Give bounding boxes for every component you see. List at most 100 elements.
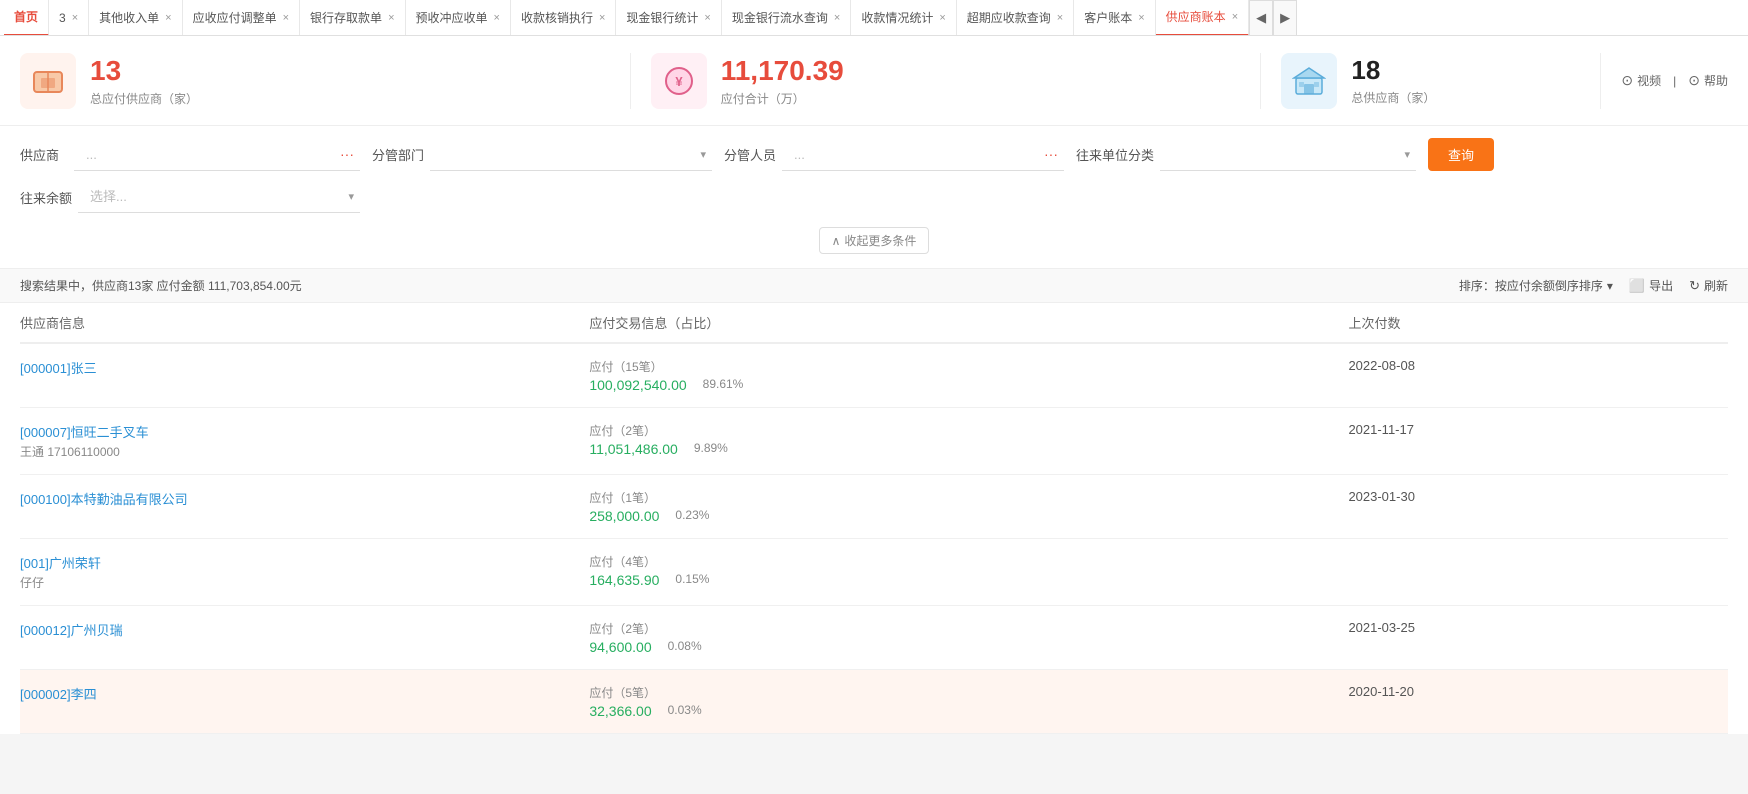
- help-link[interactable]: ⊙ 帮助: [1688, 72, 1728, 89]
- dept-filter-wrapper[interactable]: ▾: [430, 139, 712, 171]
- nav-tab-other-income[interactable]: 其他收入单 ×: [89, 0, 182, 36]
- supplier-link[interactable]: [000007]恒旺二手叉车: [20, 425, 149, 440]
- nav-tab-prepay-collect[interactable]: 预收冲应收单 ×: [406, 0, 511, 36]
- supplier-link[interactable]: [000100]本特勤油品有限公司: [20, 492, 188, 507]
- collapse-more-button[interactable]: ∧ 收起更多条件: [819, 227, 930, 254]
- supplier-info-col: [000001]张三: [20, 358, 589, 377]
- nav-tab-supplier-account[interactable]: 供应商账本 ×: [1156, 0, 1249, 36]
- trans-row: 32,366.00 0.03%: [589, 701, 1348, 719]
- close-icon[interactable]: ×: [1057, 12, 1063, 24]
- trans-pct: 0.03%: [668, 703, 702, 717]
- close-icon[interactable]: ×: [494, 12, 500, 24]
- close-icon[interactable]: ×: [939, 12, 945, 24]
- close-icon[interactable]: ×: [283, 12, 289, 24]
- trans-amount[interactable]: 258,000.00: [589, 508, 659, 524]
- trans-label: 应付（4笔）: [589, 553, 1348, 570]
- balance-filter-input[interactable]: [84, 185, 348, 208]
- supplier-filter-input[interactable]: [80, 143, 340, 166]
- chevron-down-icon[interactable]: ▾: [1404, 148, 1410, 161]
- person-filter-wrapper[interactable]: ···: [782, 139, 1064, 171]
- lastpay-col: 2021-11-17: [1348, 422, 1728, 437]
- supplier-link[interactable]: [000012]广州贝瑞: [20, 623, 123, 638]
- trans-amount[interactable]: 32,366.00: [589, 703, 651, 719]
- trans-pct: 0.15%: [675, 572, 709, 586]
- balance-filter-wrapper[interactable]: ▾: [78, 181, 360, 213]
- trans-row: 11,051,486.00 9.89%: [589, 439, 1348, 457]
- nav-tab-collect-verify[interactable]: 收款核销执行 ×: [511, 0, 616, 36]
- sort-button[interactable]: 排序：按应付余额倒序排序 ▾: [1459, 277, 1613, 294]
- trans-row: 258,000.00 0.23%: [589, 506, 1348, 524]
- nav-tab-overdue-collect[interactable]: 超期应收款查询 ×: [957, 0, 1074, 36]
- trans-row: 94,600.00 0.08%: [589, 637, 1348, 655]
- chevron-down-icon[interactable]: ▾: [348, 190, 354, 203]
- col-header-supplier: 供应商信息: [20, 313, 589, 332]
- category-filter-wrapper[interactable]: ▾: [1160, 139, 1416, 171]
- supplier-link[interactable]: [000002]李四: [20, 687, 97, 702]
- close-icon[interactable]: ×: [165, 12, 171, 24]
- supplier-sub: 仔仔: [20, 574, 589, 591]
- nav-arrow-left[interactable]: ◀: [1249, 0, 1273, 36]
- transactions-col: 应付（2笔） 11,051,486.00 9.89%: [589, 422, 1348, 457]
- lastpay-col: 2021-03-25: [1348, 620, 1728, 635]
- refresh-button[interactable]: ↻ 刷新: [1689, 277, 1728, 294]
- filter-person: 分管人员 ···: [724, 139, 1064, 171]
- table-row: [000100]本特勤油品有限公司 应付（1笔） 258,000.00 0.23…: [20, 475, 1728, 539]
- trans-pct: 89.61%: [703, 377, 744, 391]
- table-row: [001]广州荣轩 仔仔 应付（4笔） 164,635.90 0.15%: [20, 539, 1728, 606]
- nav-tab-cash-bank-flow[interactable]: 现金银行流水查询 ×: [722, 0, 851, 36]
- trans-amount[interactable]: 164,635.90: [589, 572, 659, 588]
- summary-info-payable: 11,170.39 应付合计（万）: [721, 54, 844, 107]
- nav-tab-bank-deposit[interactable]: 银行存取款单 ×: [300, 0, 405, 36]
- table-row: [000007]恒旺二手叉车 王通 17106110000 应付（2笔） 11,…: [20, 408, 1728, 475]
- nav-tab-t3[interactable]: 3 ×: [49, 0, 89, 36]
- trans-amount[interactable]: 94,600.00: [589, 639, 651, 655]
- export-button[interactable]: ⬜ 导出: [1629, 277, 1673, 294]
- person-filter-input[interactable]: [788, 143, 1044, 166]
- nav-tab-t3-label: 3: [59, 11, 66, 25]
- nav-tab-supplier-account-label: 供应商账本: [1166, 8, 1226, 25]
- close-icon[interactable]: ×: [1232, 11, 1238, 23]
- supplier-filter-input-wrapper[interactable]: ···: [74, 139, 360, 171]
- nav-tab-ap-adjust[interactable]: 应收应付调整单 ×: [183, 0, 300, 36]
- transactions-col: 应付（15笔） 100,092,540.00 89.61%: [589, 358, 1348, 393]
- transactions-col: 应付（1笔） 258,000.00 0.23%: [589, 489, 1348, 524]
- close-icon[interactable]: ×: [1138, 12, 1144, 24]
- nav-tab-cash-bank-stat-label: 现金银行统计: [626, 9, 698, 26]
- dept-filter-input[interactable]: [436, 143, 700, 166]
- close-icon[interactable]: ×: [72, 12, 78, 24]
- nav-tab-overdue-collect-label: 超期应收款查询: [967, 9, 1051, 26]
- collapse-more-label: 收起更多条件: [844, 232, 916, 249]
- trans-amount[interactable]: 100,092,540.00: [589, 377, 686, 393]
- payable-icon: ¥: [651, 53, 707, 109]
- svg-text:¥: ¥: [675, 74, 683, 89]
- category-filter-input[interactable]: [1166, 143, 1404, 166]
- trans-label: 应付（15笔）: [589, 358, 1348, 375]
- close-icon[interactable]: ×: [388, 12, 394, 24]
- trans-amount[interactable]: 11,051,486.00: [589, 441, 678, 457]
- nav-tab-prepay-collect-label: 预收冲应收单: [416, 9, 488, 26]
- nav-tab-home[interactable]: 首页: [4, 0, 49, 36]
- close-icon[interactable]: ×: [834, 12, 840, 24]
- table-row: [000002]李四 应付（5笔） 32,366.00 0.03% 2020-1…: [20, 670, 1728, 734]
- filter-supplier: 供应商 ···: [20, 139, 360, 171]
- nav-tab-cash-bank-stat[interactable]: 现金银行统计 ×: [616, 0, 721, 36]
- chevron-down-icon[interactable]: ▾: [700, 148, 706, 161]
- query-button[interactable]: 查询: [1428, 138, 1494, 171]
- balance-filter-label: 往来余额: [20, 188, 72, 207]
- payable-total-number: 11,170.39: [721, 54, 844, 88]
- lastpay-col: 2022-08-08: [1348, 358, 1728, 373]
- trans-pct: 0.23%: [675, 508, 709, 522]
- person-filter-dots-icon[interactable]: ···: [1044, 146, 1058, 162]
- nav-tab-customer-account-label: 客户账本: [1084, 9, 1132, 26]
- trans-row: 100,092,540.00 89.61%: [589, 375, 1348, 393]
- nav-tab-collect-stat[interactable]: 收款情况统计 ×: [851, 0, 956, 36]
- nav-tab-customer-account[interactable]: 客户账本 ×: [1074, 0, 1155, 36]
- nav-arrow-right[interactable]: ▶: [1273, 0, 1297, 36]
- video-help-link[interactable]: ⊙ 视频: [1621, 72, 1661, 89]
- supplier-link[interactable]: [001]广州荣轩: [20, 556, 101, 571]
- supplier-filter-dots-icon[interactable]: ···: [340, 146, 354, 162]
- close-icon[interactable]: ×: [704, 12, 710, 24]
- close-icon[interactable]: ×: [599, 12, 605, 24]
- supplier-info-col: [001]广州荣轩 仔仔: [20, 553, 589, 591]
- supplier-link[interactable]: [000001]张三: [20, 361, 97, 376]
